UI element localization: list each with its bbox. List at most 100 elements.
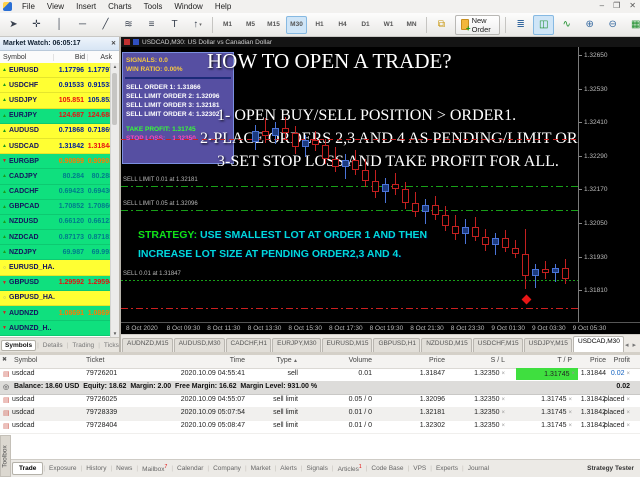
market-watch-row[interactable]: ▲ EURJPY 124.687 124.688 — [0, 108, 113, 124]
horizontal-line-tool[interactable]: ─ — [72, 15, 93, 35]
timeframe-h1[interactable]: H1 — [309, 16, 330, 34]
scroll-down-icon[interactable]: ▼ — [111, 331, 119, 336]
remove-icon[interactable]: × — [568, 397, 572, 403]
market-watch-tab-trading[interactable]: Trading — [69, 341, 97, 350]
toolbox-tab-mailbox[interactable]: Mailbox7 — [138, 462, 171, 475]
menu-file[interactable]: File — [16, 0, 41, 13]
toolbox-tab-news[interactable]: News — [112, 463, 136, 474]
pending-order-row[interactable]: ▤ usdcad 79728339 2020.10.09 05:07:54 sell l… — [0, 407, 640, 421]
chart-plot-area[interactable]: SIGNALS: 0.0 WIN RATIO: 0.00% SELL ORDER… — [121, 47, 622, 322]
toolbox-tab-company[interactable]: Company — [209, 463, 245, 474]
crosshair-tool[interactable]: ✛ — [26, 15, 47, 35]
symbols-button[interactable]: ⧉ — [431, 15, 452, 35]
timeframe-m5[interactable]: M5 — [240, 16, 261, 34]
remove-icon[interactable]: × — [626, 371, 630, 377]
scroll-up-icon[interactable]: ▲ — [111, 64, 119, 69]
line-chart-mode[interactable]: ∿ — [556, 15, 577, 35]
market-watch-tab-symbols[interactable]: Symbols — [1, 339, 37, 351]
header-price2[interactable]: Price — [590, 357, 606, 364]
chart-tab-usdcad-m30[interactable]: USDCAD,M30 — [573, 336, 624, 352]
market-watch-tab-details[interactable]: Details — [40, 341, 66, 350]
market-watch-row[interactable]: ○ GBPUSD_HA.. — [0, 290, 113, 306]
toolbox-tab-experts[interactable]: Experts — [432, 463, 462, 474]
remove-icon[interactable]: × — [501, 410, 505, 416]
toolbox-tab-history[interactable]: History — [82, 463, 110, 474]
text-tool[interactable]: T — [164, 15, 185, 35]
market-watch-row[interactable]: ▲ CADCHF 0.69423 0.69430 — [0, 184, 113, 200]
bar-chart-mode[interactable]: ≣ — [510, 15, 531, 35]
toolbox-tab-exposure[interactable]: Exposure — [45, 463, 80, 474]
tab-scroll-right-icon[interactable]: ▸ — [632, 341, 636, 349]
header-price[interactable]: Price — [429, 357, 445, 364]
remove-icon[interactable]: × — [571, 371, 575, 377]
timeframe-h4[interactable]: H4 — [332, 16, 353, 34]
remove-icon[interactable]: × — [501, 397, 505, 403]
remove-icon[interactable]: × — [501, 423, 505, 429]
menu-help[interactable]: Help — [209, 0, 237, 13]
timeframe-d1[interactable]: D1 — [355, 16, 376, 34]
market-watch-tab-ticks[interactable]: Ticks — [101, 341, 122, 350]
market-watch-row[interactable]: ▲ GBPCAD 1.70852 1.70866 — [0, 199, 113, 215]
column-ask[interactable]: Ask — [88, 54, 113, 61]
zoom-out[interactable]: ⊖ — [602, 15, 623, 35]
trendline-tool[interactable]: ╱ — [95, 15, 116, 35]
timeframe-m30[interactable]: M30 — [286, 15, 307, 34]
chart-tab-gbpusd-h1[interactable]: GBPUSD,H1 — [373, 338, 421, 352]
minimize-button[interactable]: – — [600, 0, 604, 12]
remove-icon[interactable]: × — [626, 397, 630, 403]
remove-icon[interactable]: × — [568, 423, 572, 429]
new-order-button[interactable]: New Order — [455, 14, 501, 35]
market-watch-row[interactable]: ▲ USDJPY 105.851 105.852 — [0, 93, 113, 109]
open-position-row[interactable]: ▤ usdcad 79726201 2020.10.09 04:55:41 sell 0.… — [0, 368, 640, 382]
market-watch-row[interactable]: ▲ USDCHF 0.91533 0.91533 — [0, 78, 113, 94]
market-watch-row[interactable]: ▼ EURGBP 0.90899 0.90903 — [0, 154, 113, 170]
toolbox-tab-code-base[interactable]: Code Base — [367, 463, 407, 474]
market-watch-row[interactable]: ○ EURUSD_HA.. — [0, 260, 113, 276]
market-watch-row[interactable]: ▲ EURUSD 1.17796 1.17797 — [0, 63, 113, 79]
fibonacci-tool[interactable]: ≋ — [118, 15, 139, 35]
market-watch-close-icon[interactable]: ✕ — [111, 40, 116, 47]
chart-tab-nzdusd-m15[interactable]: NZDUSD,M15 — [421, 338, 472, 352]
market-watch-row[interactable]: ▲ NZDUSD 0.66120 0.66123 — [0, 214, 113, 231]
toolbox-pin-icon[interactable]: ✖ — [2, 356, 7, 363]
pending-order-row[interactable]: ▤ usdcad 79728404 2020.10.09 05:08:47 sell l… — [0, 420, 640, 434]
tile-windows[interactable]: ▦ — [625, 15, 640, 35]
market-watch-row[interactable]: ▲ NZDCAD 0.87173 0.87181 — [0, 230, 113, 246]
toolbox-tab-trade[interactable]: Trade — [12, 462, 44, 475]
objects-tool[interactable]: ≡ — [141, 15, 162, 35]
toolbox-tab-vps[interactable]: VPS — [409, 463, 430, 474]
header-ticket[interactable]: Ticket — [86, 357, 104, 364]
market-watch-row[interactable]: ▲ NZDJPY 69.987 69.993 — [0, 245, 113, 261]
toolbox-tab-calendar[interactable]: Calendar — [173, 463, 207, 474]
market-watch-row[interactable]: ▲ USDCAD 1.31842 1.31844 — [0, 138, 113, 155]
menu-tools[interactable]: Tools — [138, 0, 169, 13]
timeframe-m1[interactable]: M1 — [217, 16, 238, 34]
scrollbar-thumb[interactable] — [112, 73, 117, 125]
toolbox-tab-market[interactable]: Market — [247, 463, 275, 474]
menu-view[interactable]: View — [41, 0, 70, 13]
header-volume[interactable]: Volume — [349, 357, 372, 364]
market-watch-row[interactable]: ▼ AUDNZD 1.08691 1.08695 — [0, 306, 113, 322]
maximize-button[interactable]: ❐ — [613, 0, 620, 12]
column-bid[interactable]: Bid — [54, 54, 88, 61]
market-watch-row[interactable]: ▼ AUDNZD_H.. — [0, 321, 113, 337]
remove-icon[interactable]: × — [501, 371, 505, 377]
header-tp[interactable]: T / P — [557, 357, 572, 364]
menu-insert[interactable]: Insert — [70, 0, 102, 13]
menu-charts[interactable]: Charts — [102, 0, 138, 13]
vertical-line-tool[interactable]: │ — [49, 15, 70, 35]
chart-tab-cadchf-h1[interactable]: CADCHF,H1 — [225, 338, 272, 352]
remove-icon[interactable]: × — [568, 410, 572, 416]
zoom-in[interactable]: ⊕ — [579, 15, 600, 35]
chart-tab-usdjpy-m15[interactable]: USDJPY,M15 — [523, 338, 573, 352]
panel-splitter[interactable] — [0, 352, 640, 355]
timeframe-m15[interactable]: M15 — [263, 16, 284, 34]
chart-tab-eurusd-m15[interactable]: EURUSD,M15 — [321, 338, 373, 352]
cursor-tool[interactable]: ➤ — [3, 15, 24, 35]
toolbox-tab-alerts[interactable]: Alerts — [276, 463, 301, 474]
column-symbol[interactable]: Symbol — [0, 54, 54, 61]
timeframe-mn[interactable]: MN — [401, 16, 422, 34]
toolbox-tab-articles[interactable]: Articles1 — [334, 462, 366, 475]
chart-tab-eurjpy-m30[interactable]: EURJPY,M30 — [272, 338, 321, 352]
candle-chart-mode[interactable]: ◫ — [533, 14, 555, 35]
